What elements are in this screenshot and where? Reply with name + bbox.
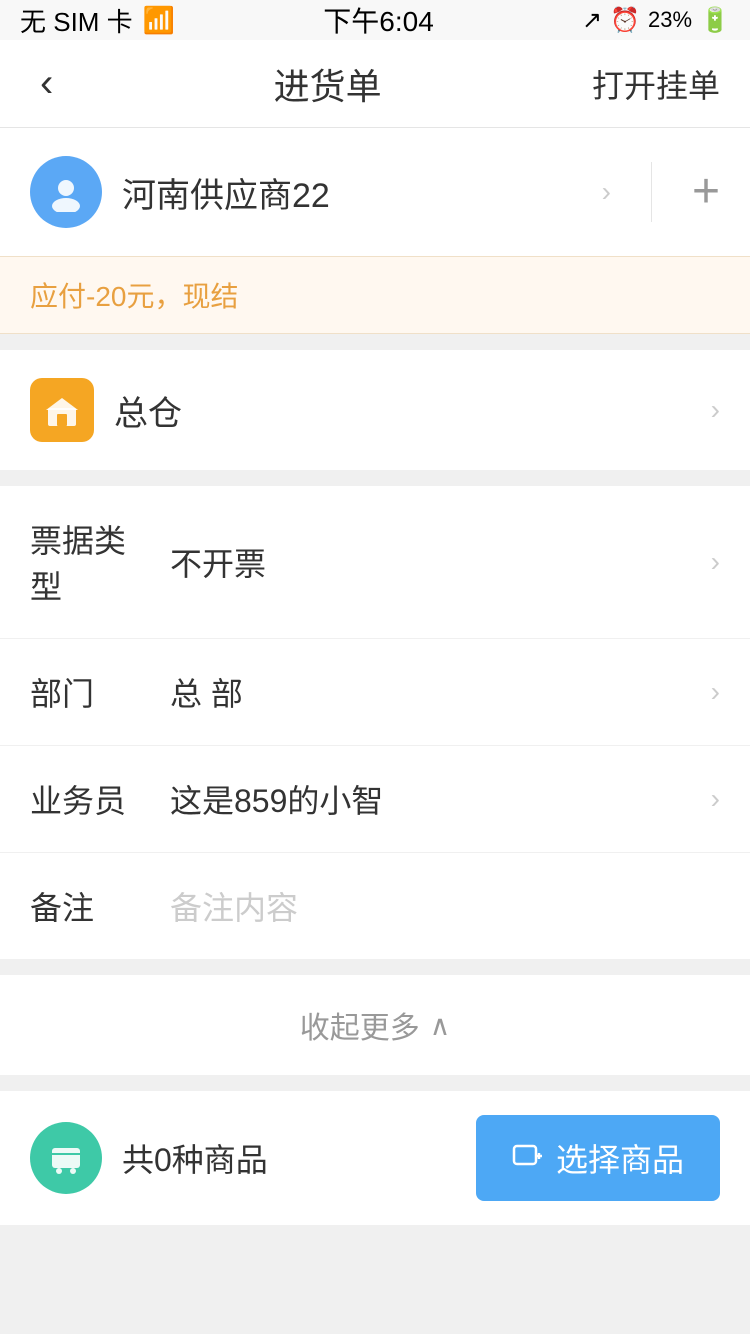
supplier-name: 河南供应商22	[122, 168, 602, 217]
remark-input[interactable]: 备注内容	[170, 883, 720, 929]
salesman-chevron-icon: ›	[711, 783, 720, 815]
department-row[interactable]: 部门 总 部 ›	[0, 639, 750, 746]
select-product-label: 选择商品	[556, 1135, 684, 1181]
department-label: 部门	[30, 669, 150, 715]
select-product-icon	[512, 1142, 544, 1174]
divider	[651, 162, 652, 222]
invoice-row[interactable]: 票据类型 不开票 ›	[0, 486, 750, 639]
product-count: 共0种商品	[122, 1135, 456, 1181]
wifi-icon: 📶	[143, 5, 175, 36]
warehouse-svg-icon	[44, 392, 80, 428]
warehouse-section: 总仓 ›	[0, 350, 750, 470]
salesman-label: 业务员	[30, 776, 150, 822]
department-chevron-icon: ›	[711, 676, 720, 708]
sim-label: 无 SIM 卡	[20, 2, 133, 39]
collapse-button[interactable]: 收起更多 ∧	[0, 975, 750, 1075]
battery-icon: 🔋	[700, 6, 730, 35]
cart-icon	[30, 1122, 102, 1194]
alert-banner: 应付-20元，现结	[0, 256, 750, 334]
remark-label: 备注	[30, 883, 150, 929]
invoice-value: 不开票	[170, 539, 711, 585]
invoice-label: 票据类型	[30, 516, 150, 608]
page-title: 进货单	[274, 58, 382, 110]
collapse-section: 收起更多 ∧	[0, 975, 750, 1075]
collapse-chevron-icon: ∧	[430, 1009, 451, 1042]
warehouse-name: 总仓	[114, 386, 711, 435]
status-left: 无 SIM 卡 📶	[20, 2, 175, 39]
status-bar: 无 SIM 卡 📶 下午6:04 ↗ ⏰ 23% 🔋	[0, 0, 750, 40]
supplier-section: 河南供应商22 › + 应付-20元，现结	[0, 128, 750, 334]
warehouse-row[interactable]: 总仓 ›	[0, 350, 750, 470]
cart-svg-icon	[46, 1138, 86, 1178]
department-value: 总 部	[170, 669, 711, 715]
collapse-text: 收起更多	[300, 1003, 420, 1047]
salesman-row[interactable]: 业务员 这是859的小智 ›	[0, 746, 750, 853]
salesman-value: 这是859的小智	[170, 776, 711, 822]
supplier-avatar	[30, 156, 102, 228]
location-icon: ↗	[582, 6, 602, 35]
open-pending-button[interactable]: 打开挂单	[592, 61, 720, 107]
back-button[interactable]: ‹	[30, 51, 63, 116]
supplier-row[interactable]: 河南供应商22 › +	[0, 128, 750, 256]
status-time: 下午6:04	[323, 0, 434, 40]
remark-row[interactable]: 备注 备注内容	[0, 853, 750, 959]
supplier-avatar-icon	[46, 172, 86, 212]
select-product-button[interactable]: 选择商品	[476, 1115, 720, 1201]
supplier-chevron-icon: ›	[602, 176, 611, 208]
battery-label: 23%	[648, 7, 692, 33]
form-section: 票据类型 不开票 › 部门 总 部 › 业务员 这是859的小智 › 备注 备注…	[0, 486, 750, 959]
warehouse-chevron-icon: ›	[711, 394, 720, 426]
bottom-section: 共0种商品 选择商品	[0, 1091, 750, 1225]
alarm-icon: ⏰	[610, 6, 640, 35]
add-supplier-button[interactable]: +	[692, 168, 720, 216]
nav-bar: ‹ 进货单 打开挂单	[0, 40, 750, 128]
invoice-chevron-icon: ›	[711, 546, 720, 578]
content: 河南供应商22 › + 应付-20元，现结 总仓 ›	[0, 128, 750, 1225]
supplier-right: › +	[602, 162, 720, 222]
warehouse-icon	[30, 378, 94, 442]
alert-text: 应付-20元，现结	[30, 281, 238, 312]
status-right: ↗ ⏰ 23% 🔋	[582, 6, 730, 35]
